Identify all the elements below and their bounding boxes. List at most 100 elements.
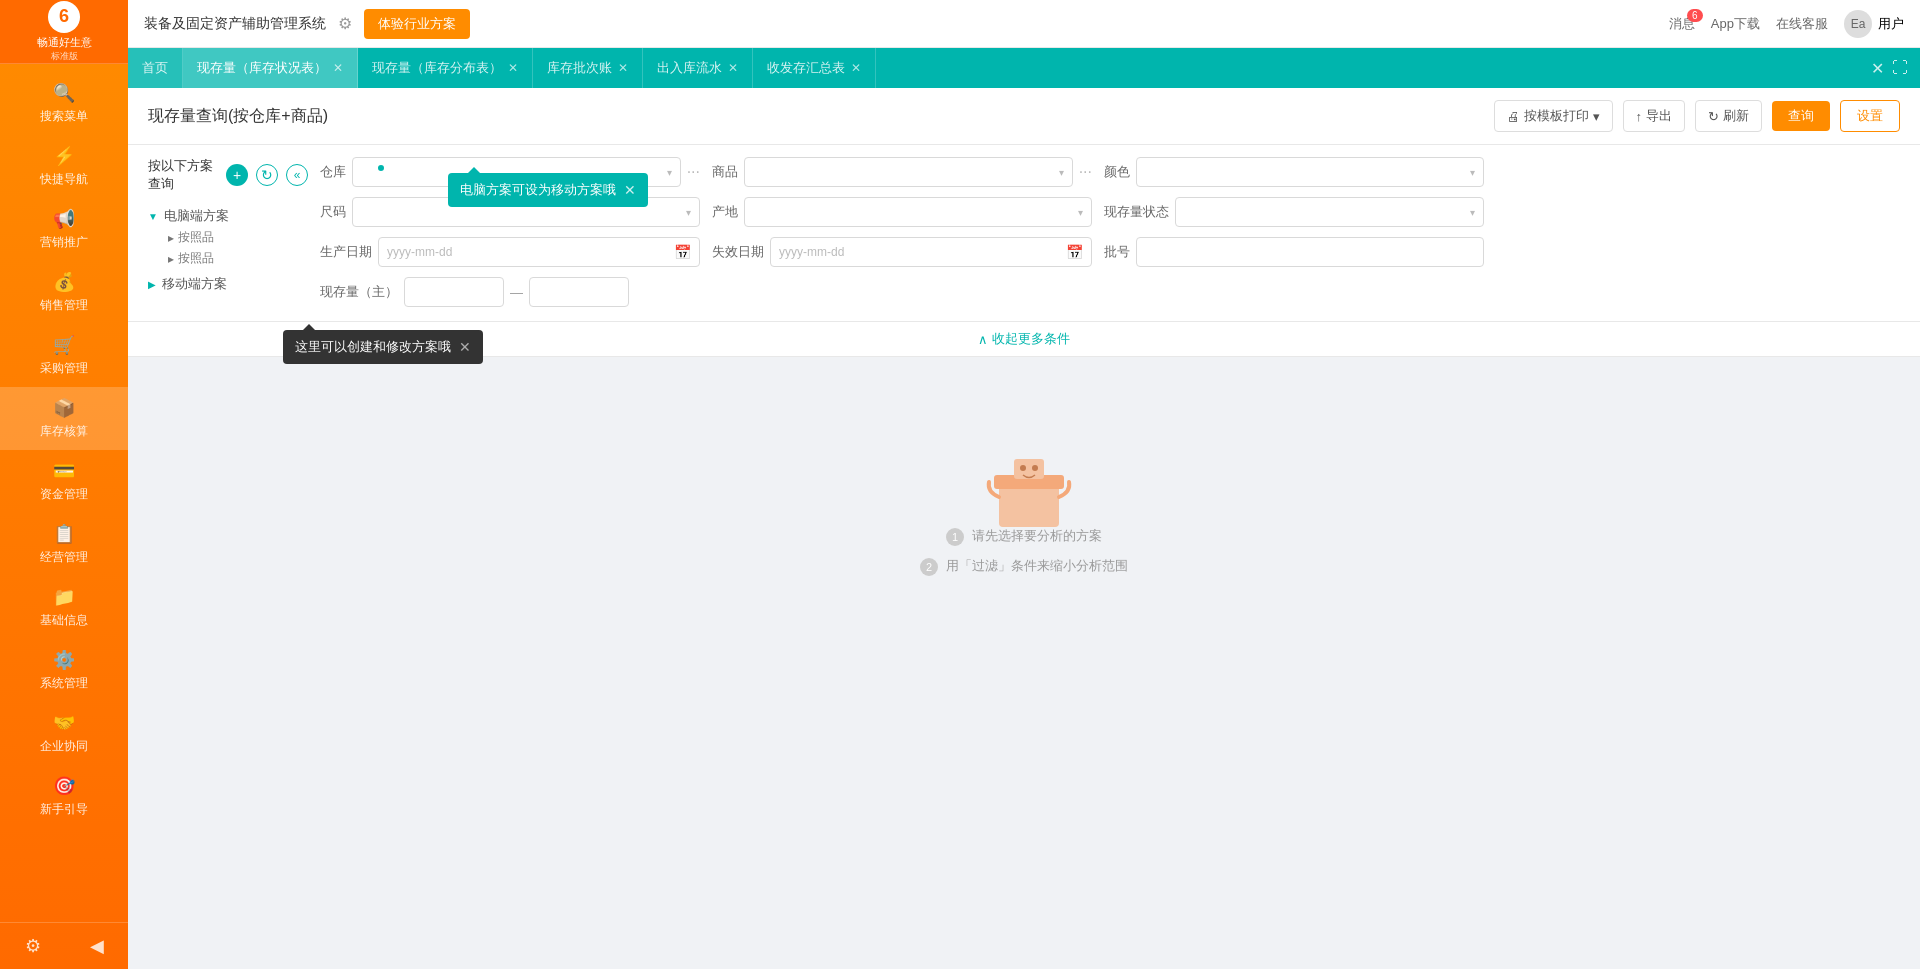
cycle-btn[interactable]: ↻ — [256, 164, 278, 186]
print-dropdown-icon: ▾ — [1593, 109, 1600, 124]
search-button[interactable]: 查询 — [1772, 101, 1830, 131]
sidebar-collapse-btn[interactable]: ◀ — [90, 935, 104, 957]
sidebar-item-basic[interactable]: 📁 基础信息 — [0, 576, 128, 639]
settings-icon[interactable]: ⚙ — [338, 14, 352, 33]
stock-main-from[interactable] — [404, 277, 504, 307]
tab-stock-status[interactable]: 现存量（库存状况表） ✕ — [183, 48, 358, 88]
tab-maximize-icon[interactable]: ⛶ — [1892, 59, 1908, 77]
tab-flow-close[interactable]: ✕ — [728, 61, 738, 75]
tab-summary-close[interactable]: ✕ — [851, 61, 861, 75]
sidebar-item-operations[interactable]: 📋 经营管理 — [0, 513, 128, 576]
main-content: 装备及固定资产辅助管理系统 ⚙ 体验行业方案 消息 6 App下载 在线客服 E… — [128, 0, 1920, 969]
scheme-child-1[interactable]: ▸ 按照品 — [168, 227, 308, 248]
color-select[interactable]: ▾ — [1136, 157, 1484, 187]
filter-header: 按以下方案查询 + ↻ « — [148, 157, 308, 193]
sidebar-bottom: ⚙ ◀ — [0, 922, 128, 969]
tab-stock-dist[interactable]: 现存量（库存分布表） ✕ — [358, 48, 533, 88]
child-label: 按照品 — [178, 229, 214, 246]
origin-field: 产地 ▾ — [712, 197, 1092, 227]
print-label: 按模板打印 — [1524, 107, 1589, 125]
sidebar-item-finance[interactable]: 💳 资金管理 — [0, 450, 128, 513]
sidebar-nav: 🔍 搜索菜单 ⚡ 快捷导航 📢 营销推广 💰 销售管理 🛒 采购管理 📦 库存核… — [0, 72, 128, 922]
inventory-icon: 📦 — [53, 397, 75, 419]
sidebar-item-label: 经营管理 — [40, 549, 88, 566]
refresh-btn[interactable]: ↻ 刷新 — [1695, 100, 1762, 132]
expire-date-input[interactable]: yyyy-mm-dd 📅 — [770, 237, 1092, 267]
stock-status-select[interactable]: ▾ — [1175, 197, 1484, 227]
empty-step-2: 2 用「过滤」条件来缩小分析范围 — [920, 557, 1128, 581]
filter-row-4: 现存量（主） — — [320, 277, 1900, 307]
back-btn[interactable]: « — [286, 164, 308, 186]
tab-home[interactable]: 首页 — [128, 48, 183, 88]
message-btn[interactable]: 消息 6 — [1669, 15, 1695, 33]
app-download-btn[interactable]: App下载 — [1711, 15, 1760, 33]
warehouse-label: 仓库 — [320, 163, 346, 181]
mobile-scheme-label: 移动端方案 — [162, 275, 227, 293]
sidebar-item-guide[interactable]: 🎯 新手引导 — [0, 765, 128, 828]
goods-label: 商品 — [712, 163, 738, 181]
sidebar-item-system[interactable]: ⚙️ 系统管理 — [0, 639, 128, 702]
child-icon: ▸ — [168, 252, 174, 266]
chevron-down-icon: ▾ — [1470, 167, 1475, 178]
reset-button[interactable]: 设置 — [1840, 100, 1900, 132]
produce-date-input[interactable]: yyyy-mm-dd 📅 — [378, 237, 700, 267]
chevron-up-icon: ∧ — [978, 332, 988, 347]
sidebar-item-collab[interactable]: 🤝 企业协同 — [0, 702, 128, 765]
chevron-down-icon: ▾ — [1470, 207, 1475, 218]
add-scheme-btn[interactable]: + — [226, 164, 248, 186]
avatar: Ea — [1844, 10, 1872, 38]
svg-rect-2 — [1014, 459, 1044, 479]
sidebar-item-sales[interactable]: 💰 销售管理 — [0, 261, 128, 324]
tooltip-scheme-close-btn[interactable]: ✕ — [624, 182, 636, 198]
chevron-icon: ▶ — [148, 279, 156, 290]
tab-flow[interactable]: 出入库流水 ✕ — [643, 48, 753, 88]
goods-select[interactable]: ▾ — [744, 157, 1073, 187]
sidebar-item-search[interactable]: 🔍 搜索菜单 — [0, 72, 128, 135]
online-service-btn[interactable]: 在线客服 — [1776, 15, 1828, 33]
origin-select[interactable]: ▾ — [744, 197, 1092, 227]
industry-btn[interactable]: 体验行业方案 — [364, 9, 470, 39]
batch-no-input[interactable] — [1136, 237, 1484, 267]
sidebar-item-nav[interactable]: ⚡ 快捷导航 — [0, 135, 128, 198]
tab-stock-dist-close[interactable]: ✕ — [508, 61, 518, 75]
filter-row-3: 生产日期 yyyy-mm-dd 📅 失效日期 yyyy-mm-dd 📅 — [320, 237, 1900, 267]
warehouse-dots[interactable]: ··· — [687, 163, 700, 181]
logo-text: 畅通好生意 — [37, 35, 92, 50]
tab-summary[interactable]: 收发存汇总表 ✕ — [753, 48, 876, 88]
mobile-scheme-header[interactable]: ▶ 移动端方案 — [148, 273, 308, 295]
avatar-text: Ea — [1851, 17, 1866, 31]
chevron-down-icon: ▾ — [1078, 207, 1083, 218]
stock-main-to[interactable] — [529, 277, 629, 307]
sidebar-item-label: 销售管理 — [40, 297, 88, 314]
finance-icon: 💳 — [53, 460, 75, 482]
tab-batch-close[interactable]: ✕ — [618, 61, 628, 75]
scheme-child-2[interactable]: ▸ 按照品 — [168, 248, 308, 269]
goods-dots[interactable]: ··· — [1079, 163, 1092, 181]
sidebar-item-inventory[interactable]: 📦 库存核算 — [0, 387, 128, 450]
stock-main-range: — — [404, 277, 700, 307]
empty-text-2: 用「过滤」条件来缩小分析范围 — [946, 557, 1128, 575]
basic-icon: 📁 — [53, 586, 75, 608]
print-btn[interactable]: 🖨 按模板打印 ▾ — [1494, 100, 1613, 132]
desktop-scheme-children: ▸ 按照品 ▸ 按照品 — [148, 227, 308, 269]
sidebar-item-label: 基础信息 — [40, 612, 88, 629]
sidebar-item-label: 企业协同 — [40, 738, 88, 755]
chevron-icon: ▼ — [148, 211, 158, 222]
page-header: 现存量查询(按仓库+商品) 🖨 按模板打印 ▾ ↑ 导出 ↻ 刷新 查询 设置 — [128, 88, 1920, 145]
tab-stock-status-close[interactable]: ✕ — [333, 61, 343, 75]
stock-status-label: 现存量状态 — [1104, 203, 1169, 221]
sidebar-item-marketing[interactable]: 📢 营销推广 — [0, 198, 128, 261]
tooltip-edit-close-btn[interactable]: ✕ — [459, 339, 471, 355]
user-menu[interactable]: Ea 用户 — [1844, 10, 1904, 38]
produce-date-placeholder: yyyy-mm-dd — [387, 245, 452, 259]
desktop-scheme-header[interactable]: ▼ 电脑端方案 — [148, 205, 308, 227]
tooltip-edit: 这里可以创建和修改方案哦 ✕ — [283, 330, 483, 364]
sidebar-item-purchase[interactable]: 🛒 采购管理 — [0, 324, 128, 387]
stock-main-field: 现存量（主） — — [320, 277, 700, 307]
collab-icon: 🤝 — [53, 712, 75, 734]
tab-close-all-icon[interactable]: ✕ — [1871, 59, 1884, 78]
sidebar-item-label: 营销推广 — [40, 234, 88, 251]
tab-batch[interactable]: 库存批次账 ✕ — [533, 48, 643, 88]
export-btn[interactable]: ↑ 导出 — [1623, 100, 1686, 132]
sidebar-settings-btn[interactable]: ⚙ — [25, 935, 41, 957]
